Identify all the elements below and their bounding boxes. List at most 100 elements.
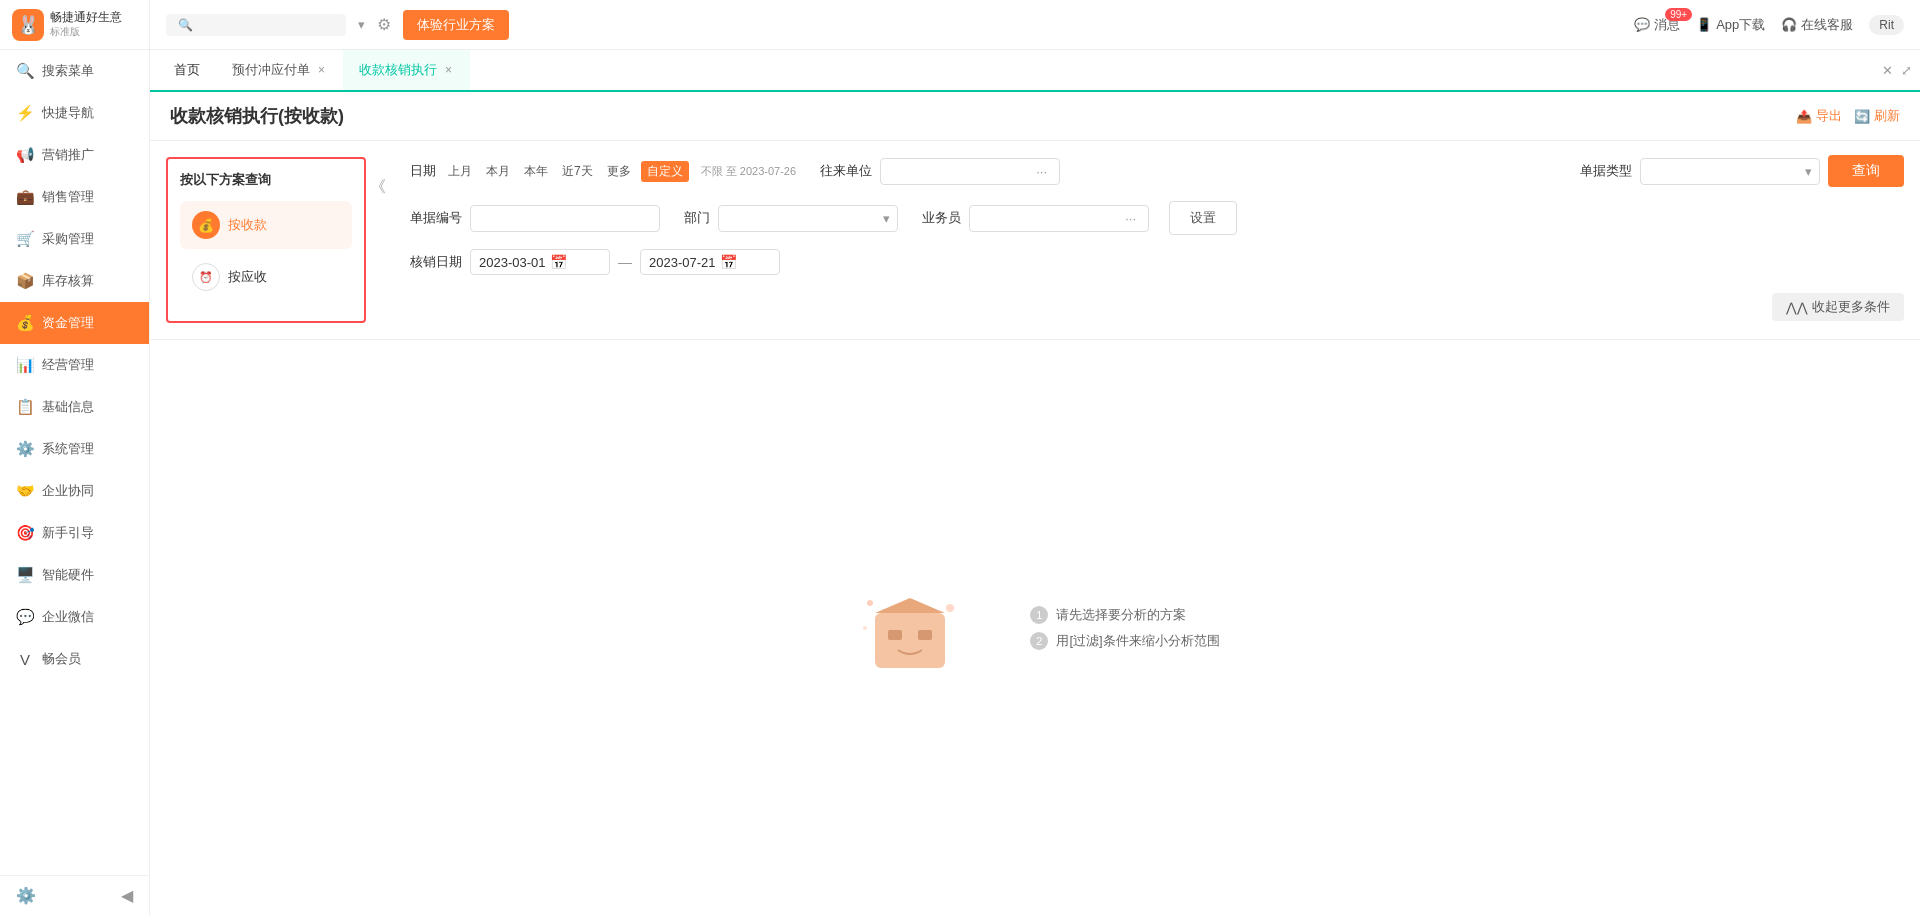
- industry-btn[interactable]: 体验行业方案: [403, 10, 509, 40]
- header-search-box[interactable]: 🔍: [166, 14, 346, 36]
- svg-rect-1: [888, 630, 902, 640]
- sidebar-item-search[interactable]: 🔍 搜索菜单: [0, 50, 149, 92]
- date-7days[interactable]: 近7天: [558, 161, 597, 182]
- query-option-receivable[interactable]: ⏰ 按应收: [180, 253, 352, 301]
- receivable-option-icon: ⏰: [192, 263, 220, 291]
- sidebar-item-system[interactable]: ⚙️ 系统管理: [0, 428, 149, 470]
- tab-receipt-label: 收款核销执行: [359, 61, 437, 79]
- message-btn[interactable]: 💬 消息 99+: [1634, 16, 1680, 34]
- refresh-icon: 🔄: [1854, 109, 1870, 124]
- sidebar-item-marketing[interactable]: 📢 营销推广: [0, 134, 149, 176]
- export-label: 导出: [1816, 107, 1842, 125]
- empty-svg: [850, 568, 970, 688]
- verify-end-date[interactable]: 2023-07-21 📅: [640, 249, 780, 275]
- sidebar-item-label: 经营管理: [42, 356, 94, 374]
- sidebar-item-inventory[interactable]: 📦 库存核算: [0, 260, 149, 302]
- staff-input[interactable]: ···: [969, 205, 1149, 232]
- date-this-month[interactable]: 本月: [482, 161, 514, 182]
- tab-receipt[interactable]: 收款核销执行 ×: [343, 50, 470, 92]
- verify-date-field-group: 核销日期 2023-03-01 📅 — 2023-07-21 📅: [410, 249, 780, 275]
- tab-receipt-close[interactable]: ×: [443, 61, 454, 79]
- sidebar-item-guide[interactable]: 🎯 新手引导: [0, 512, 149, 554]
- verify-start-date[interactable]: 2023-03-01 📅: [470, 249, 610, 275]
- query-panel: 按以下方案查询 💰 按收款 ⏰ 按应收: [166, 157, 366, 323]
- svg-rect-0: [875, 613, 945, 668]
- receipt-option-icon: 💰: [192, 211, 220, 239]
- query-panel-title: 按以下方案查询: [180, 171, 352, 189]
- sidebar-item-label: 基础信息: [42, 398, 94, 416]
- svg-point-4: [946, 604, 954, 612]
- date-separator: —: [618, 254, 632, 270]
- filter-rows: 日期 上月 本月 本年 近7天 更多 自定义 不限 至 2023-07-26: [394, 141, 1920, 339]
- bill-type-label: 单据类型: [1580, 162, 1632, 180]
- sidebar-item-finance[interactable]: 💰 资金管理: [0, 302, 149, 344]
- query-btn[interactable]: 查询: [1828, 155, 1904, 187]
- sidebar-item-wechat[interactable]: 💬 企业微信: [0, 596, 149, 638]
- tab-home[interactable]: 首页: [158, 50, 216, 92]
- settings-btn[interactable]: 设置: [1169, 201, 1237, 235]
- date-last-month[interactable]: 上月: [444, 161, 476, 182]
- collapse-more-btn[interactable]: ⋀⋀ 收起更多条件: [1772, 293, 1904, 321]
- maximize-window-icon[interactable]: ⤢: [1901, 63, 1912, 78]
- sidebar-item-basic[interactable]: 📋 基础信息: [0, 386, 149, 428]
- bill-type-select[interactable]: [1640, 158, 1820, 185]
- header-right: 💬 消息 99+ 📱 App下载 🎧 在线客服 Rit: [1634, 15, 1904, 35]
- app-download-btn[interactable]: 📱 App下载: [1696, 16, 1765, 34]
- collapse-up-icon: ⋀⋀: [1786, 300, 1808, 315]
- guide-icon: 🎯: [16, 524, 34, 542]
- online-service-btn[interactable]: 🎧 在线客服: [1781, 16, 1853, 34]
- logo-icon: 🐰: [12, 9, 44, 41]
- export-btn[interactable]: 📤 导出: [1796, 107, 1842, 125]
- date-this-year[interactable]: 本年: [520, 161, 552, 182]
- hardware-icon: 🖥️: [16, 566, 34, 584]
- sidebar-nav: 🔍 搜索菜单 ⚡ 快捷导航 📢 营销推广 💼 销售管理 🛒 采购管理 📦 库存核…: [0, 50, 149, 875]
- svg-point-5: [863, 626, 867, 630]
- tab-prepay-close[interactable]: ×: [316, 61, 327, 79]
- finance-icon: 💰: [16, 314, 34, 332]
- sidebar-item-hardware[interactable]: 🖥️ 智能硬件: [0, 554, 149, 596]
- sidebar-item-quicknav[interactable]: ⚡ 快捷导航: [0, 92, 149, 134]
- refresh-btn[interactable]: 🔄 刷新: [1854, 107, 1900, 125]
- counterparty-dots: ···: [1036, 164, 1047, 179]
- date-custom[interactable]: 自定义: [641, 161, 689, 182]
- header-dropdown-icon[interactable]: ▾: [358, 17, 365, 32]
- sidebar-item-member[interactable]: V 畅会员: [0, 638, 149, 680]
- member-icon: V: [16, 650, 34, 668]
- sidebar-item-sales[interactable]: 💼 销售管理: [0, 176, 149, 218]
- tab-prepay[interactable]: 预付冲应付单 ×: [216, 50, 343, 92]
- verify-start-cal-icon[interactable]: 📅: [550, 254, 567, 270]
- tab-prepay-label: 预付冲应付单: [232, 61, 310, 79]
- header-gear-icon[interactable]: ⚙: [377, 15, 391, 34]
- collapse-sidebar-icon[interactable]: ◀: [121, 886, 133, 905]
- sales-icon: 💼: [16, 188, 34, 206]
- collapse-panel-btn[interactable]: 《: [366, 157, 390, 202]
- bill-no-input[interactable]: [470, 205, 660, 232]
- sidebar-item-label: 企业协同: [42, 482, 94, 500]
- verify-date-label: 核销日期: [410, 253, 462, 271]
- counterparty-input[interactable]: ···: [880, 158, 1060, 185]
- close-window-icon[interactable]: ✕: [1882, 63, 1893, 78]
- sidebar-item-management[interactable]: 📊 经营管理: [0, 344, 149, 386]
- sidebar-item-purchase[interactable]: 🛒 采购管理: [0, 218, 149, 260]
- date-shortcuts: 上月 本月 本年 近7天 更多 自定义: [444, 161, 689, 182]
- sidebar-item-label: 企业微信: [42, 608, 94, 626]
- query-option-receipt[interactable]: 💰 按收款: [180, 201, 352, 249]
- tab-bar: 首页 预付冲应付单 × 收款核销执行 × ✕ ⤢: [150, 50, 1920, 92]
- sidebar-item-collab[interactable]: 🤝 企业协同: [0, 470, 149, 512]
- date-no-limit-text: 不限 至 2023-07-26: [701, 164, 796, 179]
- date-label: 日期: [410, 162, 436, 180]
- bill-type-select-wrapper: ▾: [1640, 158, 1820, 185]
- date-more[interactable]: 更多: [603, 161, 635, 182]
- page-header: 收款核销执行(按收款) 📤 导出 🔄 刷新: [150, 92, 1920, 141]
- counterparty-label: 往来单位: [820, 162, 872, 180]
- empty-tip-1-text: 请先选择要分析的方案: [1056, 606, 1186, 624]
- quicknav-icon: ⚡: [16, 104, 34, 122]
- svg-rect-2: [918, 630, 932, 640]
- settings-bottom-icon[interactable]: ⚙️: [16, 886, 36, 905]
- sidebar-item-label: 库存核算: [42, 272, 94, 290]
- verify-end-cal-icon[interactable]: 📅: [720, 254, 737, 270]
- sidebar-item-label: 智能硬件: [42, 566, 94, 584]
- dept-select[interactable]: [718, 205, 898, 232]
- user-profile[interactable]: Rit: [1869, 15, 1904, 35]
- date-field-group: 日期 上月 本月 本年 近7天 更多 自定义 不限 至 2023-07-26: [410, 161, 796, 182]
